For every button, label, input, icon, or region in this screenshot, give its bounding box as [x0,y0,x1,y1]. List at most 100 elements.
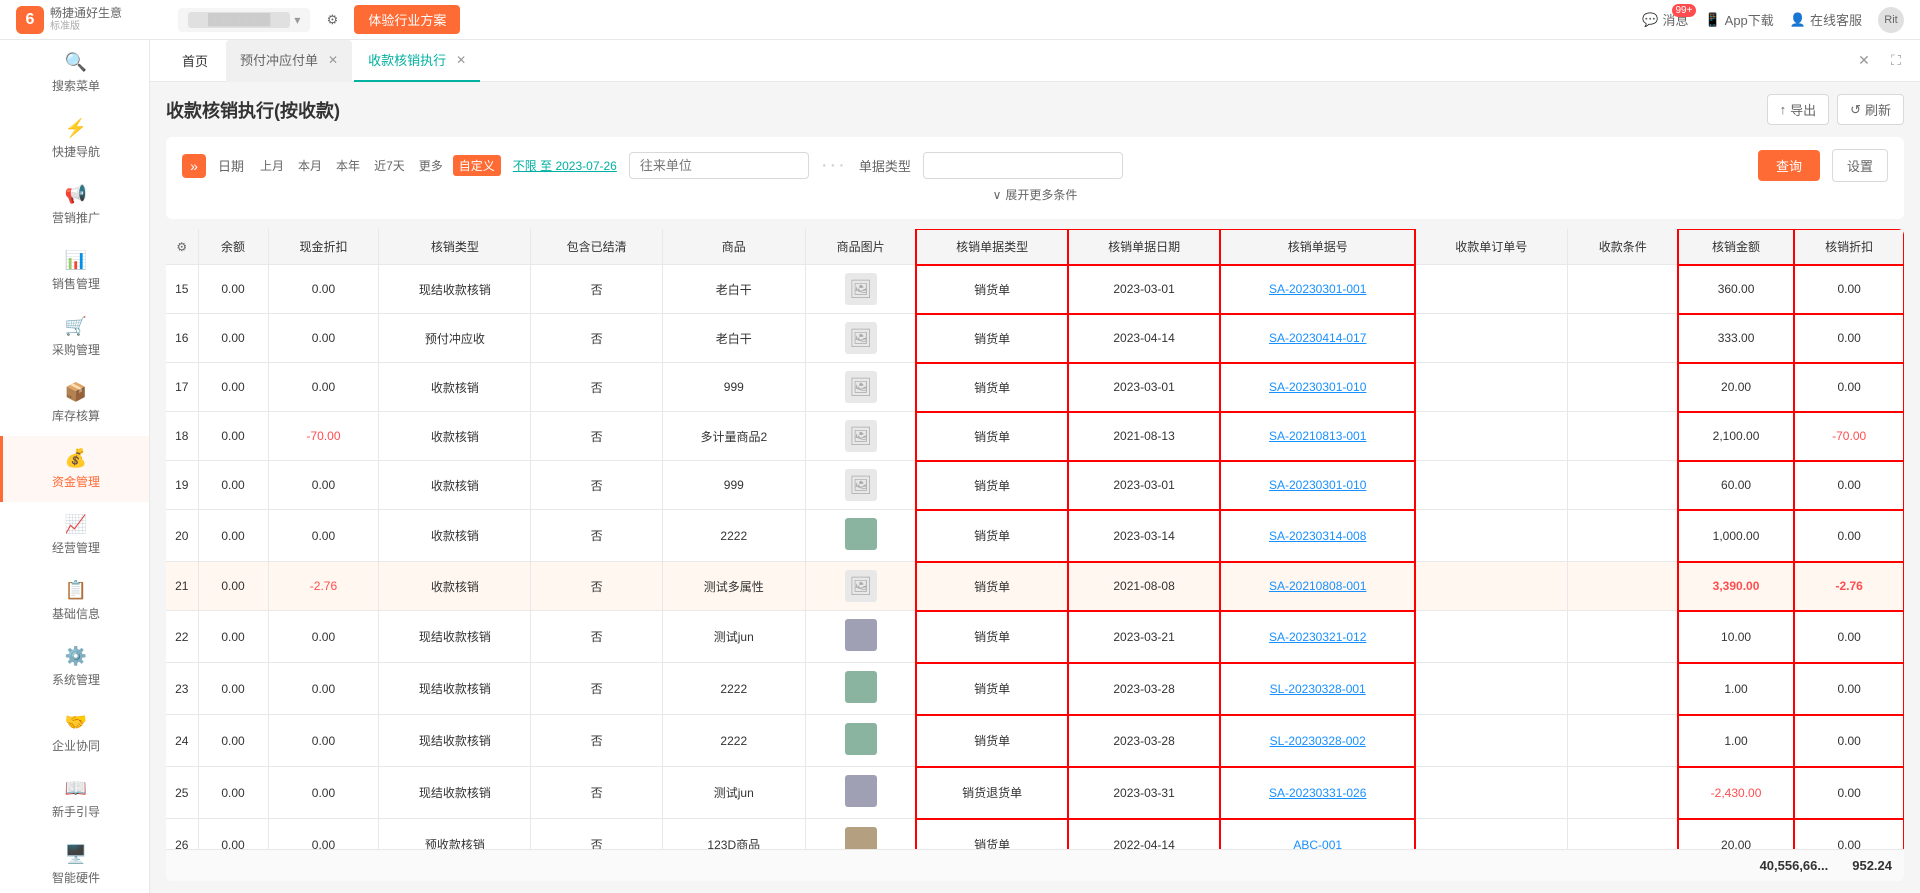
sidebar-item-sales[interactable]: 📊 销售管理 [0,238,149,304]
table-header-row: ⚙ 余额 现金折扣 核销类型 包含已结清 商品 商品图片 核销单据类型 核销单据… [166,229,1904,265]
date-opt-more[interactable]: 更多 [415,155,447,176]
date-opt-custom[interactable]: 自定义 [453,155,501,176]
maximize-button[interactable]: ⛶ [1884,49,1908,73]
sidebar-item-purchase[interactable]: 🛒 采购管理 [0,304,149,370]
cell-bill-no[interactable]: SA-20230314-008 [1220,510,1415,562]
query-button[interactable]: 查询 [1758,150,1820,181]
top-bar-middle: ████████ ▾ ⚙ 体验行业方案 [178,5,1630,34]
cell-bill-date: 2023-03-31 [1068,767,1220,819]
tab-receipt-writeoff[interactable]: 收款核销执行 ✕ [354,40,480,82]
settings-icon[interactable]: ⚙ [318,6,346,34]
cell-order-no [1415,412,1567,461]
table-row: 23 0.00 0.00 现结收款核销 否 2222 销货单 2023-03-2… [166,663,1904,715]
sidebar-item-search[interactable]: 🔍 搜索菜单 [0,40,149,106]
cell-writeoff-type: 收款核销 [379,510,531,562]
cell-amount: 3,390.00 [1678,562,1794,611]
sidebar-label-system: 系统管理 [52,671,100,688]
notification-button[interactable]: 💬 消息 99+ [1642,10,1688,29]
page-content: 收款核销执行(按收款) ↑ 导出 ↺ 刷新 » 日期 [150,82,1920,893]
sidebar-item-hardware[interactable]: 🖥️ 智能硬件 [0,832,149,893]
sidebar-item-quick-nav[interactable]: ⚡ 快捷导航 [0,106,149,172]
cell-bill-type: 销货单 [916,314,1068,363]
sidebar-item-guide[interactable]: 📖 新手引导 [0,766,149,832]
page-actions: ↑ 导出 ↺ 刷新 [1767,94,1904,125]
refresh-button[interactable]: ↺ 刷新 [1837,94,1904,125]
sidebar-label-guide: 新手引导 [52,803,100,820]
cell-bill-no[interactable]: SA-20230301-010 [1220,363,1415,412]
cell-cash-discount: 0.00 [268,819,379,850]
table-wrapper: ⚙ 余额 现金折扣 核销类型 包含已结清 商品 商品图片 核销单据类型 核销单据… [166,229,1904,881]
close-tab-button[interactable]: ✕ [1852,49,1876,73]
trial-button[interactable]: 体验行业方案 [354,5,460,34]
from-unit-input[interactable] [629,152,809,179]
cell-order-no [1415,715,1567,767]
cell-bill-no[interactable]: SL-20230328-002 [1220,715,1415,767]
filter-expand-button[interactable]: » [182,154,206,178]
app-download-button[interactable]: 📱 App下载 [1704,10,1773,29]
cell-discount: 0.00 [1794,314,1904,363]
cell-bill-date: 2022-04-14 [1068,819,1220,850]
cell-amount: -2,430.00 [1678,767,1794,819]
sidebar-item-basic-info[interactable]: 📋 基础信息 [0,568,149,634]
bill-type-input[interactable] [923,152,1123,179]
company-selector[interactable]: ████████ ▾ [178,8,310,32]
collab-icon: 🤝 [65,712,87,733]
export-icon: ↑ [1780,102,1787,117]
cell-condition [1567,314,1678,363]
cell-bill-no[interactable]: ABC-001 [1220,819,1415,850]
cell-condition [1567,819,1678,850]
date-opt-7days[interactable]: 近7天 [370,155,409,176]
cell-goods: 测试多属性 [662,562,805,611]
sidebar-item-operations[interactable]: 📈 经营管理 [0,502,149,568]
footer-total-amount: 40,556,66... [1760,858,1829,873]
online-service-button[interactable]: 👤 在线客服 [1790,10,1862,29]
cell-id: 18 [166,412,198,461]
sidebar-item-collab[interactable]: 🤝 企业协同 [0,700,149,766]
cell-balance: 0.00 [198,767,268,819]
cell-goods: 老白干 [662,314,805,363]
date-opt-this-month[interactable]: 本月 [294,155,326,176]
tab-close-receipt[interactable]: ✕ [456,53,466,67]
cell-bill-no[interactable]: SA-20230321-012 [1220,611,1415,663]
cell-balance: 0.00 [198,715,268,767]
cell-included: 否 [531,819,662,850]
cell-bill-type: 销货单 [916,412,1068,461]
sidebar-item-finance[interactable]: 💰 资金管理 [0,436,149,502]
cell-order-no [1415,461,1567,510]
th-goods: 商品 [662,229,805,265]
th-condition: 收款条件 [1567,229,1678,265]
sidebar-item-system[interactable]: ⚙️ 系统管理 [0,634,149,700]
cell-bill-no[interactable]: SA-20230301-001 [1220,265,1415,314]
table-scroll[interactable]: ⚙ 余额 现金折扣 核销类型 包含已结清 商品 商品图片 核销单据类型 核销单据… [166,229,1904,849]
date-range[interactable]: 不限 至 2023-07-26 [513,157,617,174]
th-settings[interactable]: ⚙ [166,229,198,265]
filter-settings-button[interactable]: 设置 [1832,149,1888,182]
tab-prepay[interactable]: 预付冲应付单 ✕ [226,40,352,82]
cell-id: 26 [166,819,198,850]
cell-writeoff-type: 现结收款核销 [379,767,531,819]
date-opt-last-month[interactable]: 上月 [256,155,288,176]
cell-cash-discount: -2.76 [268,562,379,611]
cell-bill-no[interactable]: SA-20230301-010 [1220,461,1415,510]
tab-close-prepay[interactable]: ✕ [328,53,338,67]
cell-id: 17 [166,363,198,412]
avatar[interactable]: Rit [1878,7,1904,33]
cell-condition [1567,363,1678,412]
cell-bill-no[interactable]: SA-20210808-001 [1220,562,1415,611]
cell-bill-no[interactable]: SA-20210813-001 [1220,412,1415,461]
tab-home[interactable]: 首页 [166,40,224,82]
cell-amount: 1,000.00 [1678,510,1794,562]
export-button[interactable]: ↑ 导出 [1767,94,1830,125]
sidebar-item-marketing[interactable]: 📢 营销推广 [0,172,149,238]
cell-included: 否 [531,412,662,461]
cell-amount: 10.00 [1678,611,1794,663]
sidebar-item-inventory[interactable]: 📦 库存核算 [0,370,149,436]
cell-goods: 多计量商品2 [662,412,805,461]
cell-bill-no[interactable]: SA-20230331-026 [1220,767,1415,819]
cell-bill-no[interactable]: SA-20230414-017 [1220,314,1415,363]
sidebar-label-marketing: 营销推广 [52,209,100,226]
cell-cash-discount: 0.00 [268,265,379,314]
expand-more-button[interactable]: ∨ 展开更多条件 [182,182,1888,207]
cell-bill-no[interactable]: SL-20230328-001 [1220,663,1415,715]
date-opt-this-year[interactable]: 本年 [332,155,364,176]
